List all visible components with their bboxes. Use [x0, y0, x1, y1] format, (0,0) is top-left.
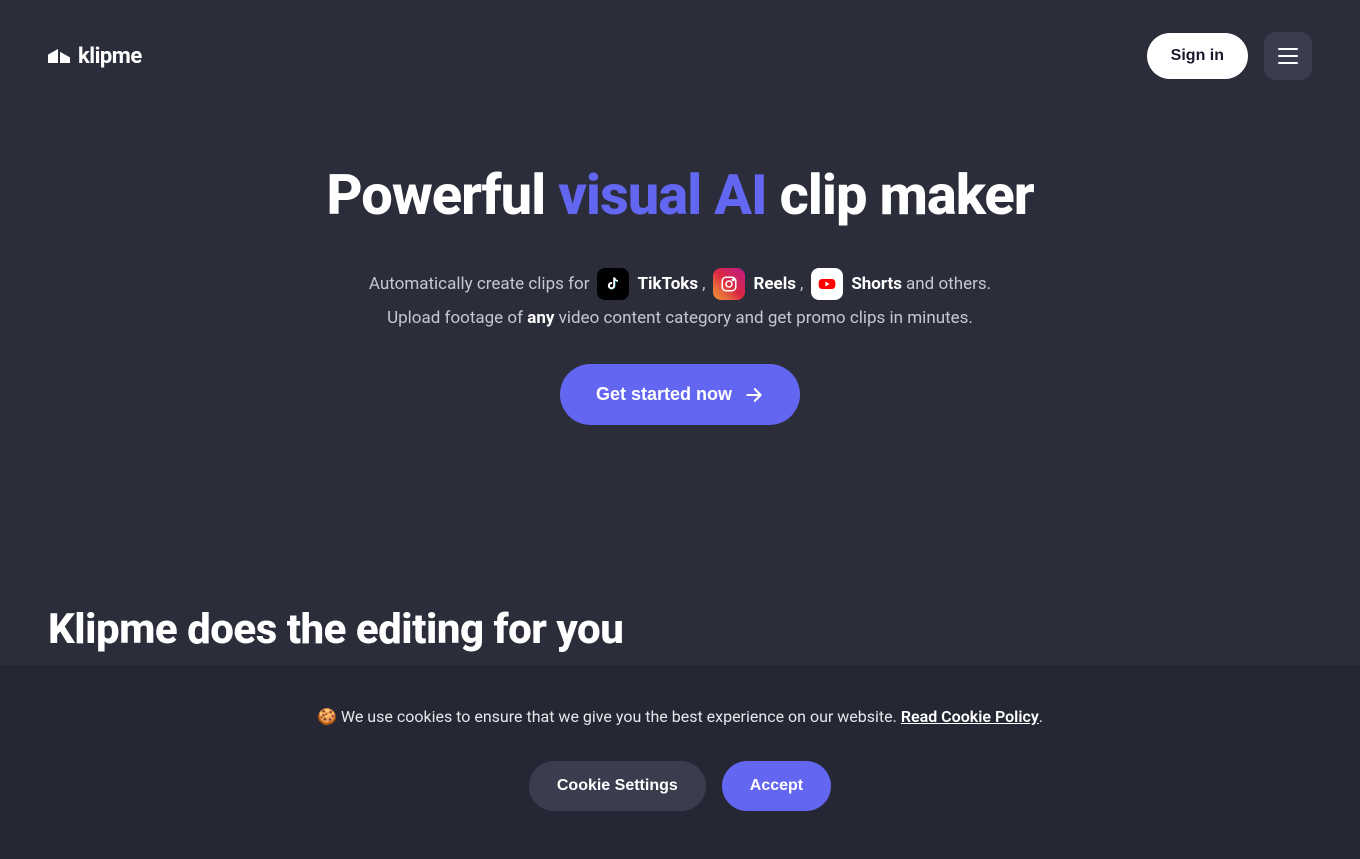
- reels-label: Reels: [753, 269, 795, 300]
- shorts-label: Shorts: [851, 269, 902, 300]
- signin-button[interactable]: Sign in: [1147, 33, 1248, 79]
- section-title: Klipme does the editing for you: [48, 605, 1312, 654]
- logo-text: klipme: [78, 44, 142, 69]
- menu-button[interactable]: [1264, 32, 1312, 80]
- cookie-buttons: Cookie Settings Accept: [48, 761, 1312, 811]
- hero-subtitle-line1: Automatically create clips for TikToks, …: [48, 268, 1312, 300]
- arrow-right-icon: [744, 385, 764, 405]
- cookie-text: 🍪 We use cookies to ensure that we give …: [48, 705, 1312, 729]
- cookie-banner: 🍪 We use cookies to ensure that we give …: [0, 665, 1360, 859]
- cookie-settings-button[interactable]: Cookie Settings: [529, 761, 706, 811]
- logo-icon: [48, 49, 70, 63]
- get-started-button[interactable]: Get started now: [560, 364, 800, 425]
- hamburger-icon: [1278, 48, 1298, 50]
- hero-section: Powerful visual AI clip maker Automatica…: [0, 112, 1360, 485]
- cookie-accept-button[interactable]: Accept: [722, 761, 831, 811]
- hero-title-accent: visual AI: [558, 162, 766, 228]
- cookie-policy-link[interactable]: Read Cookie Policy: [901, 707, 1039, 726]
- hero-title: Powerful visual AI clip maker: [48, 162, 1312, 228]
- youtube-icon: [811, 268, 843, 300]
- cookie-emoji-icon: 🍪: [317, 707, 337, 726]
- header-actions: Sign in: [1147, 32, 1312, 80]
- site-header: klipme Sign in: [0, 0, 1360, 112]
- logo[interactable]: klipme: [48, 44, 142, 69]
- instagram-icon: [713, 268, 745, 300]
- tiktok-label: TikToks: [637, 269, 698, 300]
- tiktok-icon: [597, 268, 629, 300]
- hero-subtitle-line2: Upload footage of any video content cate…: [48, 308, 1312, 328]
